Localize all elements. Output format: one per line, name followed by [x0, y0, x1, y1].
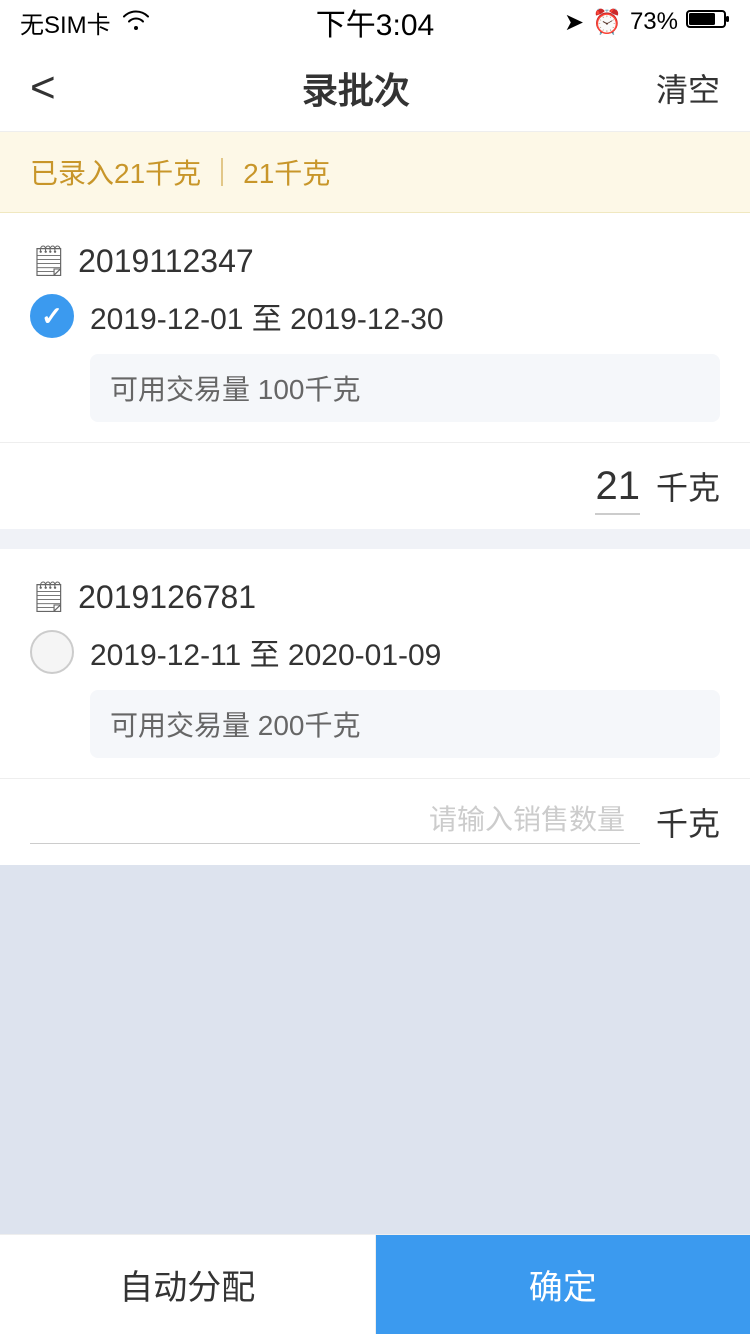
section-divider — [0, 529, 750, 549]
batch1-doc-icon: 🗒 — [30, 244, 68, 279]
confirm-button[interactable]: 确定 — [376, 1235, 750, 1334]
batch1-date-row[interactable]: 2019-12-01 至 2019-12-30 — [30, 294, 720, 338]
nav-bar: < 录批次 清空 — [0, 44, 750, 132]
batch1-radio[interactable] — [30, 294, 74, 338]
batch1-id: 2019112347 — [78, 243, 254, 280]
alarm-icon: ⏰ — [592, 8, 622, 37]
wifi-icon — [121, 8, 151, 37]
recorded-amount-label: 已录入21千克 — [30, 152, 201, 192]
batch-card-1: 🗒 2019112347 2019-12-01 至 2019-12-30 可用交… — [0, 213, 750, 442]
batch1-amount-unit: 千克 — [656, 463, 720, 509]
carrier-text: 无SIM卡 — [20, 5, 111, 40]
batch1-availability: 可用交易量 100千克 — [90, 354, 720, 422]
clear-button[interactable]: 清空 — [656, 65, 720, 111]
empty-area — [0, 865, 750, 1245]
batch2-input-unit: 千克 — [656, 799, 720, 845]
status-right: ➤ ⏰ 73% — [564, 8, 730, 37]
batch2-id: 2019126781 — [78, 579, 256, 616]
batch1-date: 2019-12-01 至 2019-12-30 — [90, 294, 444, 338]
batch1-amount-row: 21 千克 — [0, 442, 750, 529]
batch2-date: 2019-12-11 至 2020-01-09 — [90, 630, 441, 674]
batch2-doc-icon: 🗒 — [30, 580, 68, 615]
batch1-header: 🗒 2019112347 — [30, 243, 720, 280]
batch2-radio[interactable] — [30, 630, 74, 674]
batch1-amount-value: 21 — [595, 464, 640, 509]
info-banner: 已录入21千克 21千克 — [0, 132, 750, 213]
batch2-input-row: 千克 — [0, 778, 750, 865]
status-time: 下午3:04 — [316, 0, 434, 44]
status-bar: 无SIM卡 下午3:04 ➤ ⏰ 73% — [0, 0, 750, 44]
location-icon: ➤ — [564, 8, 584, 37]
bottom-bar: 自动分配 确定 — [0, 1234, 750, 1334]
battery-text: 73% — [630, 8, 678, 36]
batch-card-2: 🗒 2019126781 2019-12-11 至 2020-01-09 可用交… — [0, 549, 750, 778]
batch2-quantity-input[interactable] — [30, 800, 640, 844]
batch2-date-row[interactable]: 2019-12-11 至 2020-01-09 — [30, 630, 720, 674]
batch2-header: 🗒 2019126781 — [30, 579, 720, 616]
batch2-availability: 可用交易量 200千克 — [90, 690, 720, 758]
battery-icon — [686, 8, 730, 37]
auto-distribute-button[interactable]: 自动分配 — [0, 1235, 376, 1334]
back-button[interactable]: < — [30, 66, 56, 110]
page-title: 录批次 — [302, 62, 410, 114]
status-left: 无SIM卡 — [20, 5, 151, 40]
banner-divider — [221, 158, 223, 186]
banner-value: 21千克 — [243, 152, 330, 192]
